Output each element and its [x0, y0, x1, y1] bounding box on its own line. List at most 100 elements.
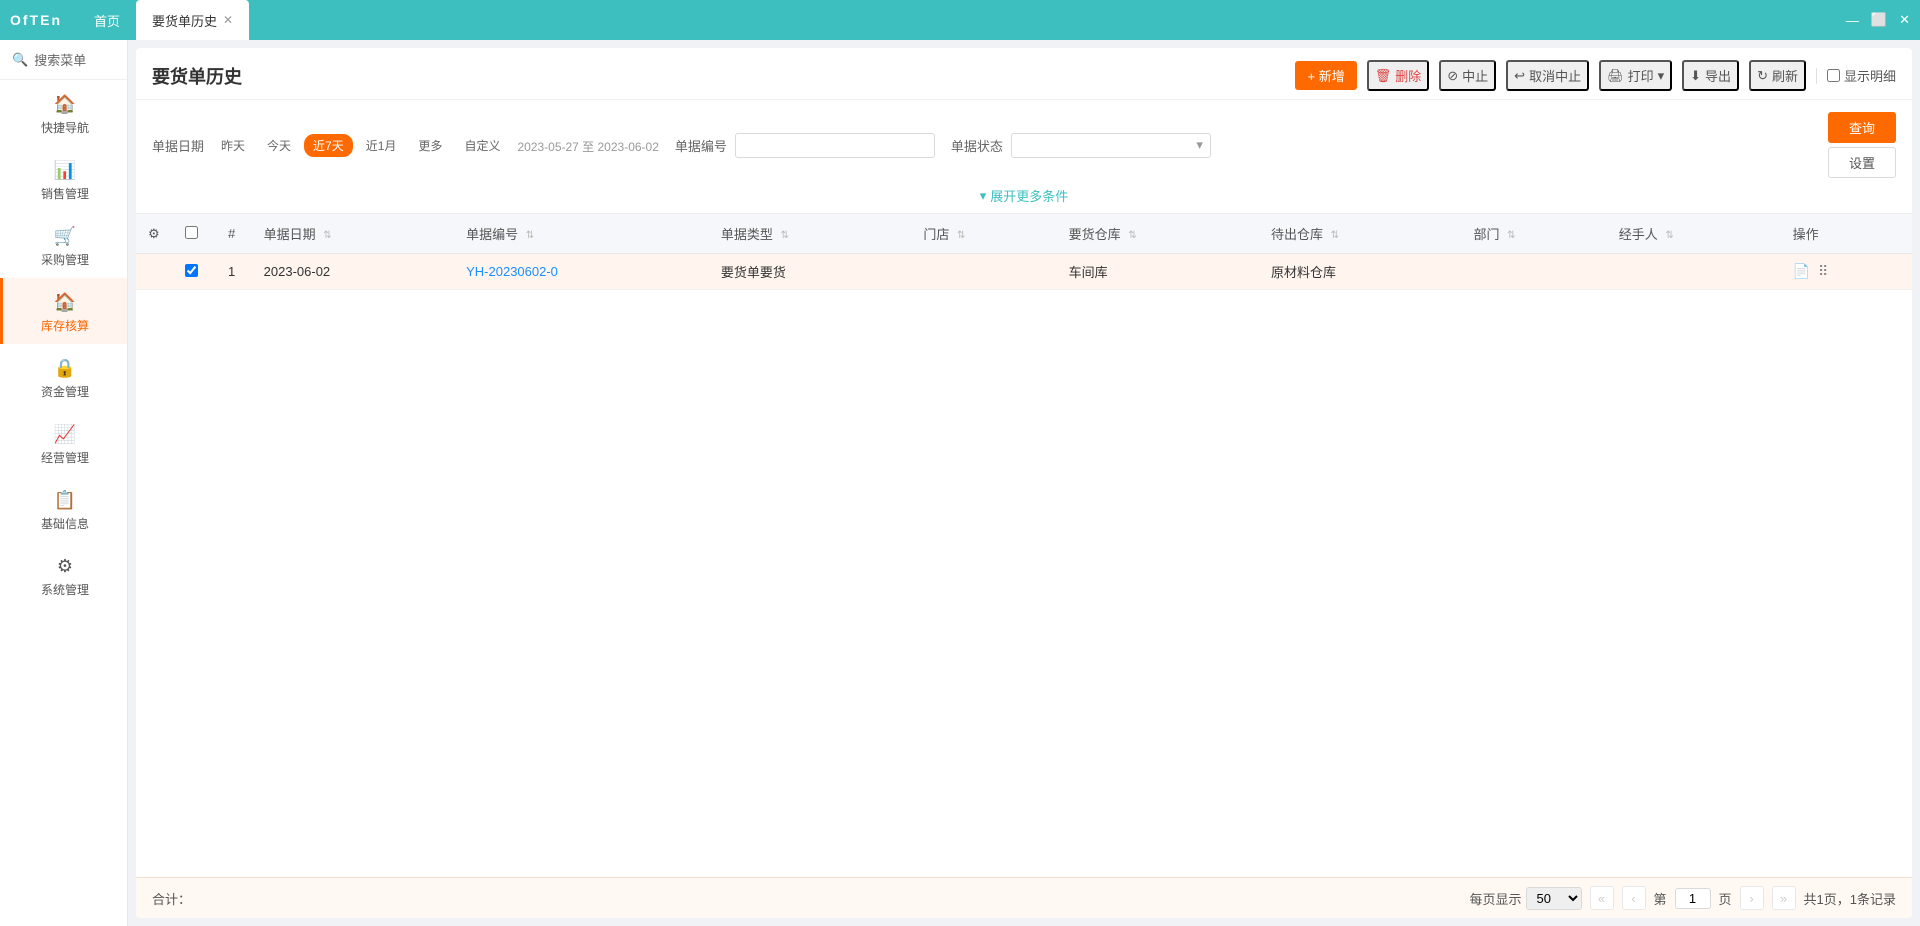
doc-no-label: 单据编号	[675, 136, 727, 155]
export-button[interactable]: ⬇ 导出	[1682, 60, 1739, 91]
main-layout: 🔍 搜索菜单 🏠 快捷导航 📊 销售管理 🛒 采购管理 🏠 库存核算 🔒 资金管…	[0, 40, 1920, 926]
col-doc-no[interactable]: 单据编号 ⇅	[454, 214, 709, 254]
date-btn-custom[interactable]: 自定义	[455, 134, 509, 157]
sidebar-item-finance[interactable]: 🔒 资金管理	[0, 344, 127, 410]
row-date-cell: 2023-06-02	[252, 254, 454, 290]
row-pending-warehouse-cell: 原材料仓库	[1259, 254, 1461, 290]
col-date[interactable]: 单据日期 ⇅	[252, 214, 454, 254]
pagination: 每页显示 10 20 50 100 « ‹ 第 页 › » 共1页，1条记录	[1469, 886, 1896, 910]
print-button[interactable]: 🖨 打印 ▾	[1599, 60, 1672, 91]
refresh-icon: ↻	[1757, 68, 1768, 84]
table-footer: 合计： 每页显示 10 20 50 100 « ‹ 第 页 › »	[136, 877, 1912, 918]
row-doc-no-cell: YH-20230602-0	[454, 254, 709, 290]
new-button[interactable]: + 新增	[1295, 61, 1356, 90]
date-range-display: 2023-05-27 至 2023-06-02	[517, 138, 658, 155]
tab-home[interactable]: 首页	[78, 0, 136, 40]
system-icon: ⚙	[57, 556, 73, 577]
page-prev-btn[interactable]: ‹	[1622, 886, 1646, 910]
table-row: 1 2023-06-02 YH-20230602-0 要货单要货 车间库 原材料…	[136, 254, 1912, 290]
date-btn-1month[interactable]: 近1月	[357, 134, 406, 157]
sidebar-item-basic-info[interactable]: 📋 基础信息	[0, 476, 127, 542]
sidebar-item-purchase[interactable]: 🛒 采购管理	[0, 212, 127, 278]
row-req-warehouse-cell: 车间库	[1057, 254, 1259, 290]
close-btn[interactable]: ✕	[1899, 12, 1910, 28]
operations-icon: 📈	[54, 424, 76, 445]
page-header: 要货单历史 + 新增 🗑 删除 ⊘ 中止 ↩ 取消中止 🖨 打印	[136, 48, 1912, 100]
doc-no-input[interactable]	[735, 133, 935, 158]
content-area: 要货单历史 + 新增 🗑 删除 ⊘ 中止 ↩ 取消中止 🖨 打印	[136, 48, 1912, 918]
top-bar-right: — ⬜ ✕	[1846, 12, 1910, 28]
sidebar-item-operations[interactable]: 📈 经营管理	[0, 410, 127, 476]
sort-store-icon: ⇅	[957, 231, 965, 241]
tab-requisition-history[interactable]: 要货单历史 ✕	[136, 0, 249, 40]
col-dept[interactable]: 部门 ⇅	[1462, 214, 1607, 254]
sidebar-search[interactable]: 🔍 搜索菜单	[0, 40, 127, 80]
status-select[interactable]	[1011, 133, 1211, 158]
date-range-buttons: 昨天 今天 近7天 近1月 更多 自定义	[212, 134, 509, 157]
sidebar-item-sales[interactable]: 📊 销售管理	[0, 146, 127, 212]
display-detail-toggle[interactable]: 显示明细	[1827, 66, 1896, 85]
cancel-stop-button[interactable]: ↩ 取消中止	[1506, 60, 1589, 91]
col-req-warehouse[interactable]: 要货仓库 ⇅	[1057, 214, 1259, 254]
minimize-btn[interactable]: —	[1846, 13, 1859, 28]
filter-settings-button[interactable]: 设置	[1828, 147, 1896, 178]
col-num: #	[212, 214, 252, 254]
date-btn-today[interactable]: 今天	[258, 134, 300, 157]
col-doc-type[interactable]: 单据类型 ⇅	[709, 214, 911, 254]
maximize-btn[interactable]: ⬜	[1871, 12, 1887, 28]
filter-action-buttons: 查询 设置	[1828, 112, 1896, 178]
row-edit-icon[interactable]: 📄	[1793, 263, 1810, 280]
date-btn-7days[interactable]: 近7天	[304, 134, 353, 157]
sales-icon: 📊	[54, 160, 76, 181]
col-settings[interactable]: ⚙	[136, 214, 172, 254]
sort-date-icon: ⇅	[323, 231, 331, 241]
col-checkbox	[172, 214, 212, 254]
delete-button[interactable]: 🗑 删除	[1367, 60, 1430, 91]
query-button[interactable]: 查询	[1828, 112, 1896, 143]
refresh-button[interactable]: ↻ 刷新	[1749, 60, 1806, 91]
page-size-select[interactable]: 10 20 50 100	[1526, 887, 1582, 910]
page-input[interactable]	[1675, 888, 1711, 909]
select-all-checkbox[interactable]	[185, 226, 198, 239]
page-of-label: 页	[1719, 889, 1732, 908]
page-next-btn[interactable]: ›	[1740, 886, 1764, 910]
sort-req-wh-icon: ⇅	[1128, 231, 1136, 241]
filter-row: 单据日期 昨天 今天 近7天 近1月 更多 自定义 2023-05-27 至 2…	[152, 112, 1896, 178]
page-title: 要货单历史	[152, 63, 1295, 89]
table-head: ⚙ # 单据日期 ⇅ 单据编号 ⇅ 单据类型 ⇅	[136, 214, 1912, 254]
row-num-cell: 1	[212, 254, 252, 290]
col-action: 操作	[1781, 214, 1912, 254]
row-more-icon[interactable]: ⠿	[1818, 263, 1828, 280]
sidebar: 🔍 搜索菜单 🏠 快捷导航 📊 销售管理 🛒 采购管理 🏠 库存核算 🔒 资金管…	[0, 40, 128, 926]
row-settings-cell	[136, 254, 172, 290]
col-store[interactable]: 门店 ⇅	[911, 214, 1056, 254]
sidebar-item-inventory[interactable]: 🏠 库存核算	[0, 278, 127, 344]
display-detail-checkbox[interactable]	[1827, 69, 1840, 82]
print-dropdown-icon: ▾	[1658, 68, 1665, 84]
divider	[1816, 68, 1817, 84]
footer-total-label: 合计：	[152, 889, 191, 908]
finance-icon: 🔒	[54, 358, 76, 379]
row-doc-no-link[interactable]: YH-20230602-0	[466, 264, 558, 279]
sidebar-item-system[interactable]: ⚙ 系统管理	[0, 542, 127, 608]
date-btn-more[interactable]: 更多	[409, 134, 451, 157]
page-last-btn[interactable]: »	[1772, 886, 1796, 910]
total-records-text: 共1页，1条记录	[1804, 889, 1896, 908]
col-handler[interactable]: 经手人 ⇅	[1607, 214, 1781, 254]
expand-more-conditions[interactable]: ▾ 展开更多条件	[152, 186, 1896, 205]
inventory-icon: 🏠	[54, 292, 76, 313]
sort-dept-icon: ⇅	[1507, 231, 1515, 241]
tab-close-icon[interactable]: ✕	[223, 13, 233, 27]
row-doc-type-cell: 要货单要货	[709, 254, 911, 290]
row-checkbox[interactable]	[185, 264, 198, 277]
col-pending-warehouse[interactable]: 待出仓库 ⇅	[1259, 214, 1461, 254]
stop-button[interactable]: ⊘ 中止	[1439, 60, 1496, 91]
print-icon: 🖨	[1607, 68, 1624, 84]
row-action-cell: 📄 ⠿	[1781, 254, 1912, 290]
page-first-btn[interactable]: «	[1590, 886, 1614, 910]
top-bar: OfTEn 首页 要货单历史 ✕ — ⬜ ✕	[0, 0, 1920, 40]
logo: OfTEn	[10, 12, 62, 28]
table-body: 1 2023-06-02 YH-20230602-0 要货单要货 车间库 原材料…	[136, 254, 1912, 290]
date-btn-yesterday[interactable]: 昨天	[212, 134, 254, 157]
sidebar-item-quick-nav[interactable]: 🏠 快捷导航	[0, 80, 127, 146]
